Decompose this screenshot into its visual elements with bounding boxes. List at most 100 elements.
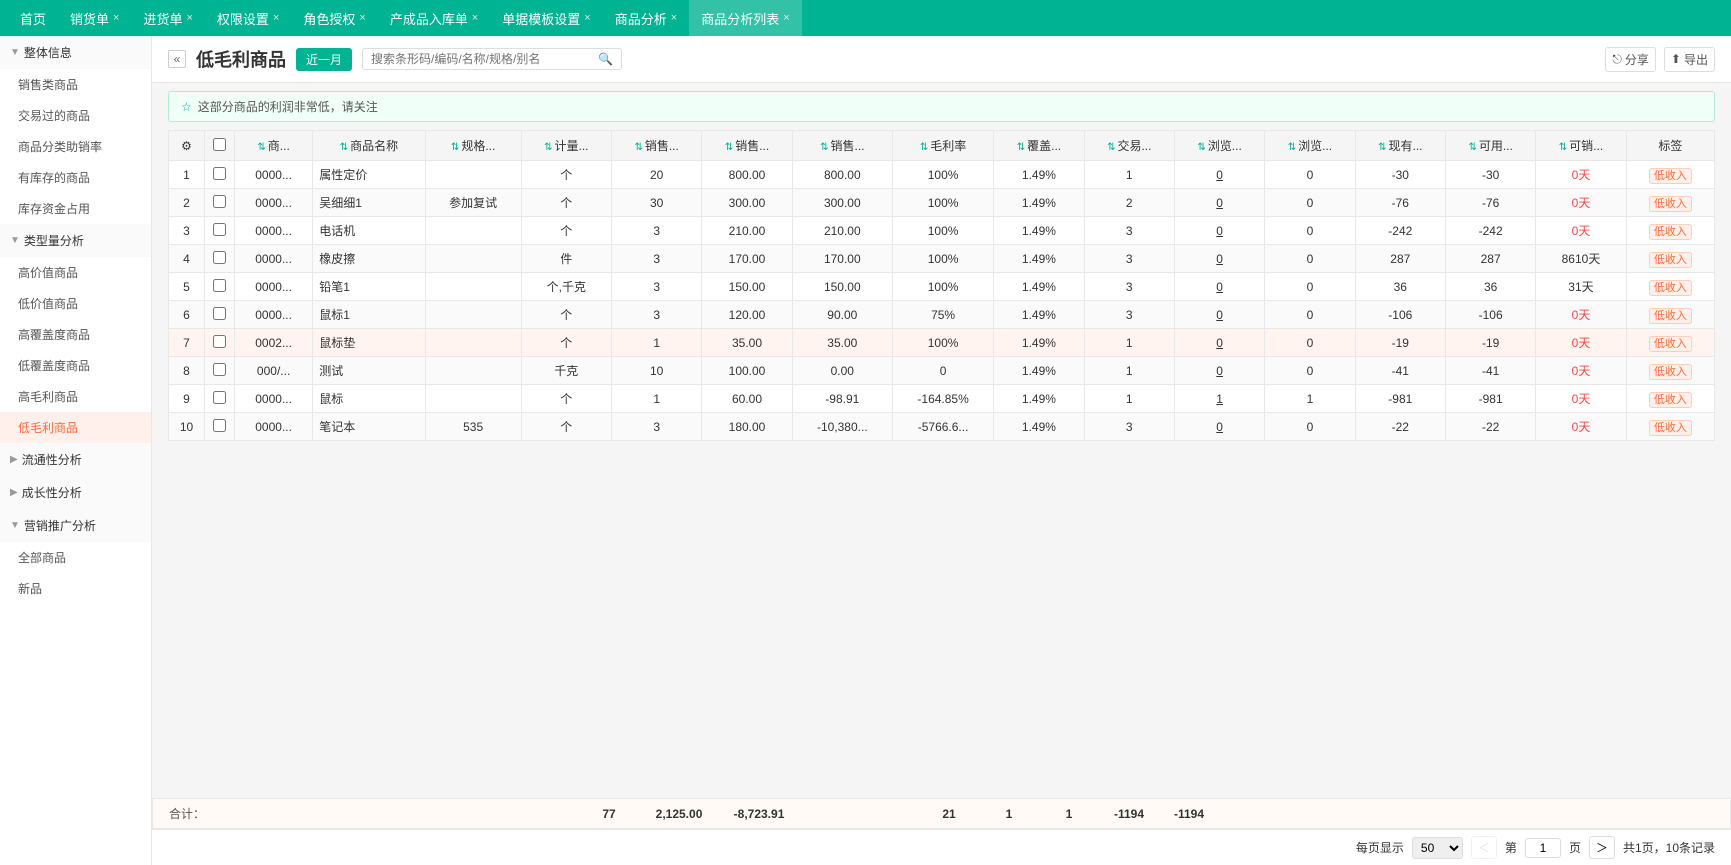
sidebar-item-low-coverage[interactable]: 低覆盖度商品 xyxy=(0,350,151,381)
close-icon[interactable]: × xyxy=(359,12,365,24)
sidebar-group-marketing[interactable]: ▼ 营销推广分析 xyxy=(0,509,151,542)
row-browse1[interactable]: 0 xyxy=(1174,329,1264,357)
col-browse1[interactable]: ⇅浏览... xyxy=(1174,131,1264,161)
row-browse1[interactable]: 1 xyxy=(1174,385,1264,413)
sidebar-item-low-value[interactable]: 低价值商品 xyxy=(0,288,151,319)
col-sales-qty[interactable]: ⇅销售... xyxy=(611,131,701,161)
row-checkbox[interactable] xyxy=(205,329,235,357)
col-sales-amount[interactable]: ⇅销售... xyxy=(702,131,792,161)
sidebar-group-type[interactable]: ▼ 类型量分析 xyxy=(0,224,151,257)
close-icon[interactable]: × xyxy=(113,12,119,24)
row-checkbox[interactable] xyxy=(205,189,235,217)
sidebar-item-high-margin[interactable]: 高毛利商品 xyxy=(0,381,151,412)
per-page-select[interactable]: 50 20 100 xyxy=(1412,837,1463,859)
nav-role-auth[interactable]: 角色授权 × xyxy=(291,0,377,36)
col-available[interactable]: ⇅可用... xyxy=(1445,131,1535,161)
row-checkbox[interactable] xyxy=(205,217,235,245)
col-code[interactable]: ⇅商... xyxy=(235,131,313,161)
search-icon[interactable]: 🔍 xyxy=(598,52,613,66)
page-number-input[interactable] xyxy=(1525,838,1561,858)
row-browse1[interactable]: 0 xyxy=(1174,217,1264,245)
browse1-link[interactable]: 0 xyxy=(1216,364,1223,378)
close-icon[interactable]: × xyxy=(783,12,789,24)
row-browse1[interactable]: 0 xyxy=(1174,273,1264,301)
prev-page-button[interactable]: ＜ xyxy=(1471,836,1497,859)
nav-product-analysis[interactable]: 商品分析 × xyxy=(603,0,689,36)
row-checkbox[interactable] xyxy=(205,357,235,385)
row-browse1[interactable]: 0 xyxy=(1174,189,1264,217)
browse1-link[interactable]: 0 xyxy=(1216,280,1223,294)
row-browse1[interactable]: 0 xyxy=(1174,413,1264,441)
nav-product-analysis-list[interactable]: 商品分析列表 × xyxy=(689,0,801,36)
browse1-link[interactable]: 0 xyxy=(1216,336,1223,350)
export-button[interactable]: ⬆ 导出 xyxy=(1664,47,1715,72)
browse1-link[interactable]: 0 xyxy=(1216,308,1223,322)
col-margin-rate[interactable]: ⇅毛利率 xyxy=(892,131,993,161)
search-input[interactable] xyxy=(371,52,598,66)
nav-permissions[interactable]: 权限设置 × xyxy=(205,0,291,36)
nav-home[interactable]: 首页 xyxy=(8,0,58,36)
browse1-link[interactable]: 1 xyxy=(1216,392,1223,406)
sidebar-item-high-value[interactable]: 高价值商品 xyxy=(0,257,151,288)
row-select-checkbox[interactable] xyxy=(213,419,226,432)
row-browse1[interactable]: 0 xyxy=(1174,245,1264,273)
row-browse1[interactable]: 0 xyxy=(1174,357,1264,385)
col-spec[interactable]: ⇅规格... xyxy=(425,131,521,161)
row-checkbox[interactable] xyxy=(205,301,235,329)
row-select-checkbox[interactable] xyxy=(213,279,226,292)
filter-recent-month-button[interactable]: 近一月 xyxy=(296,48,352,71)
browse1-link[interactable]: 0 xyxy=(1216,252,1223,266)
row-checkbox[interactable] xyxy=(205,413,235,441)
sidebar-item-stock-capital[interactable]: 库存资金占用 xyxy=(0,193,151,224)
col-name[interactable]: ⇅商品名称 xyxy=(313,131,425,161)
sidebar-collapse-button[interactable]: « xyxy=(168,50,186,68)
row-checkbox[interactable] xyxy=(205,273,235,301)
row-select-checkbox[interactable] xyxy=(213,363,226,376)
col-settings[interactable]: ⚙ xyxy=(169,131,205,161)
browse1-link[interactable]: 0 xyxy=(1216,196,1223,210)
share-button[interactable]: ⎋ 分享 xyxy=(1605,47,1656,72)
col-unit[interactable]: ⇅计量... xyxy=(521,131,611,161)
sidebar-item-traded-goods[interactable]: 交易过的商品 xyxy=(0,100,151,131)
col-current-stock[interactable]: ⇅现有... xyxy=(1355,131,1445,161)
row-checkbox[interactable] xyxy=(205,161,235,189)
col-sales-profit[interactable]: ⇅销售... xyxy=(792,131,892,161)
row-select-checkbox[interactable] xyxy=(213,223,226,236)
col-trade-count[interactable]: ⇅交易... xyxy=(1084,131,1174,161)
sidebar-item-new-goods[interactable]: 新品 xyxy=(0,573,151,604)
row-select-checkbox[interactable] xyxy=(213,195,226,208)
sidebar-group-overall[interactable]: ▼ 整体信息 xyxy=(0,36,151,69)
sidebar-item-low-margin[interactable]: 低毛利商品 xyxy=(0,412,151,443)
col-saleable[interactable]: ⇅可销... xyxy=(1536,131,1626,161)
row-browse1[interactable]: 0 xyxy=(1174,161,1264,189)
row-select-checkbox[interactable] xyxy=(213,167,226,180)
browse1-link[interactable]: 0 xyxy=(1216,168,1223,182)
sidebar-item-category-sales[interactable]: 商品分类助销率 xyxy=(0,131,151,162)
row-select-checkbox[interactable] xyxy=(213,307,226,320)
row-browse1[interactable]: 0 xyxy=(1174,301,1264,329)
browse1-link[interactable]: 0 xyxy=(1216,224,1223,238)
sidebar-group-growth[interactable]: ▶ 成长性分析 xyxy=(0,476,151,509)
select-all-checkbox[interactable] xyxy=(213,138,226,151)
row-checkbox[interactable] xyxy=(205,385,235,413)
nav-template-settings[interactable]: 单据模板设置 × xyxy=(490,0,602,36)
sidebar-item-sales-goods[interactable]: 销售类商品 xyxy=(0,69,151,100)
nav-product-in[interactable]: 产成品入库单 × xyxy=(378,0,490,36)
close-icon[interactable]: × xyxy=(273,12,279,24)
close-icon[interactable]: × xyxy=(584,12,590,24)
row-select-checkbox[interactable] xyxy=(213,335,226,348)
col-browse2[interactable]: ⇅浏览... xyxy=(1265,131,1355,161)
close-icon[interactable]: × xyxy=(472,12,478,24)
row-select-checkbox[interactable] xyxy=(213,391,226,404)
col-coverage[interactable]: ⇅覆盖... xyxy=(994,131,1084,161)
sidebar-item-all-goods[interactable]: 全部商品 xyxy=(0,542,151,573)
sidebar-item-stock-goods[interactable]: 有库存的商品 xyxy=(0,162,151,193)
browse1-link[interactable]: 0 xyxy=(1216,420,1223,434)
sidebar-item-high-coverage[interactable]: 高覆盖度商品 xyxy=(0,319,151,350)
close-icon[interactable]: × xyxy=(186,12,192,24)
nav-sales-order[interactable]: 销货单 × xyxy=(58,0,131,36)
row-checkbox[interactable] xyxy=(205,245,235,273)
next-page-button[interactable]: ＞ xyxy=(1589,836,1615,859)
sidebar-group-circulation[interactable]: ▶ 流通性分析 xyxy=(0,443,151,476)
close-icon[interactable]: × xyxy=(671,12,677,24)
